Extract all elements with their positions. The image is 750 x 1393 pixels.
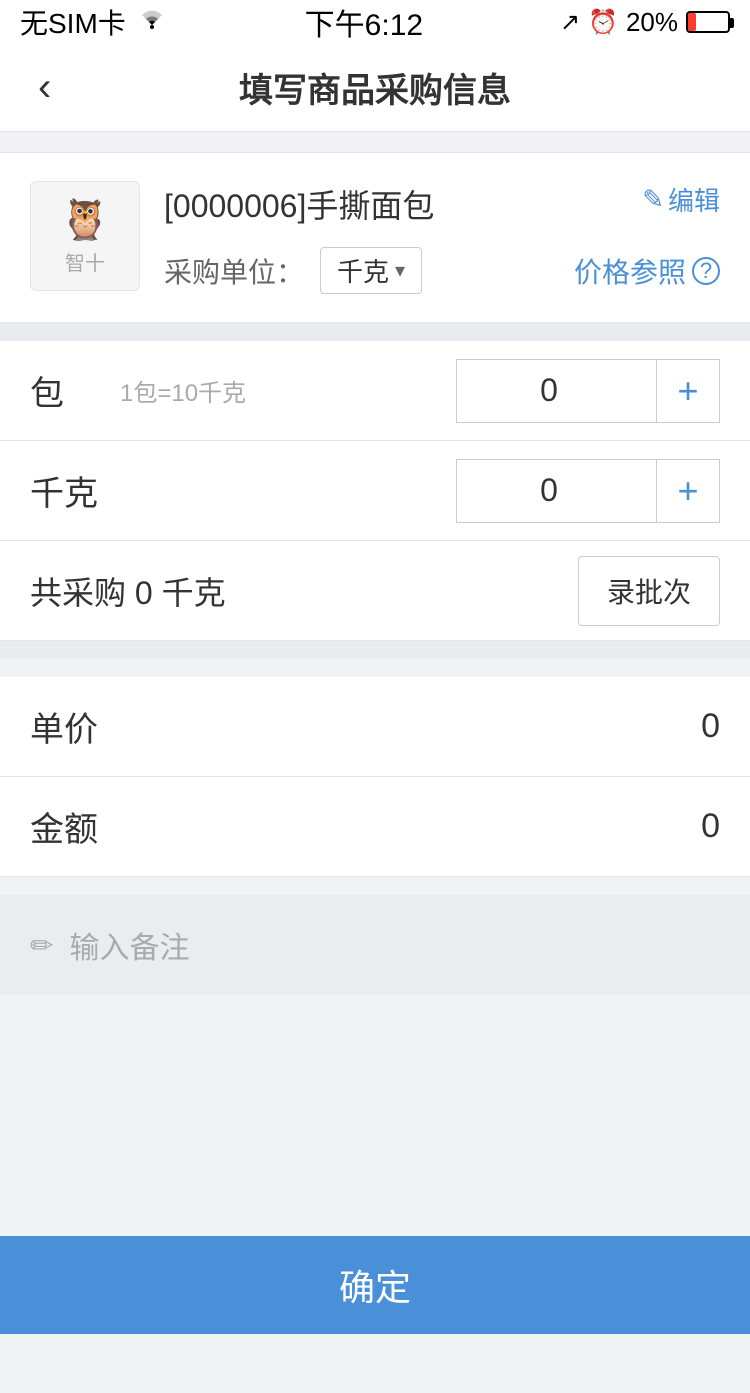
status-time: 下午6:12 (305, 0, 423, 44)
record-batch-button[interactable]: 录批次 (578, 556, 720, 626)
unit-price-row: 单价 0 (0, 677, 750, 777)
remark-section[interactable]: ✏ 输入备注 (0, 895, 750, 995)
unit-price-value: 0 (701, 707, 720, 746)
kg-input-row: 千克 + (0, 441, 750, 541)
purchase-unit-row: 采购单位： 千克 ▾ 价格参照 ? (164, 247, 720, 294)
battery-percent: 20% (626, 7, 678, 38)
bag-quantity-input[interactable] (456, 359, 656, 423)
amount-value: 0 (701, 807, 720, 846)
page-title: 填写商品采购信息 (239, 63, 511, 112)
edit-button[interactable]: ✎ 编辑 (642, 181, 720, 218)
kg-label: 千克 (30, 466, 110, 515)
status-right: ↗ ⏰ 20% (560, 7, 730, 38)
owl-label: 智十 (65, 247, 105, 276)
price-section: 单价 0 金额 0 (0, 677, 750, 877)
amount-row: 金额 0 (0, 777, 750, 877)
confirm-label: 确定 (339, 1259, 411, 1311)
kg-input-control: + (456, 459, 720, 523)
nav-bar: ‹ 填写商品采购信息 (0, 44, 750, 132)
price-reference-button[interactable]: 价格参照 ? (574, 251, 720, 291)
product-info: [0000006]手撕面包 ✎ 编辑 采购单位： 千克 ▾ 价格参照 ? (164, 181, 720, 294)
pencil-icon: ✏ (30, 929, 53, 962)
total-purchase-text: 共采购 0 千克 (30, 568, 226, 614)
bag-hint: 1包=10千克 (120, 373, 246, 408)
battery-icon (686, 11, 730, 33)
product-image: 🦉 智十 (30, 181, 140, 291)
status-left: 无SIM卡 (20, 2, 168, 42)
unit-price-label: 单价 (30, 702, 98, 751)
product-card: 🦉 智十 [0000006]手撕面包 ✎ 编辑 采购单位： 千克 ▾ (0, 152, 750, 323)
bag-input-row: 包 1包=10千克 + (0, 341, 750, 441)
kg-quantity-input[interactable] (456, 459, 656, 523)
purchase-unit-label: 采购单位： (164, 251, 304, 291)
product-name: [0000006]手撕面包 (164, 181, 434, 227)
location-icon: ↗ (560, 8, 580, 37)
help-icon: ? (692, 257, 720, 285)
remark-placeholder: 输入备注 (69, 923, 189, 967)
bag-label: 包 (30, 366, 110, 415)
back-button[interactable]: ‹ (28, 55, 61, 120)
product-name-row: [0000006]手撕面包 ✎ 编辑 (164, 181, 720, 227)
bag-plus-button[interactable]: + (656, 359, 720, 423)
wifi-icon (136, 6, 168, 38)
input-section: 包 1包=10千克 + 千克 + (0, 341, 750, 541)
bag-input-control: + (456, 359, 720, 423)
amount-label: 金额 (30, 802, 98, 851)
confirm-button[interactable]: 确定 (0, 1236, 750, 1334)
section-divider-1 (0, 323, 750, 341)
kg-plus-button[interactable]: + (656, 459, 720, 523)
status-bar: 无SIM卡 下午6:12 ↗ ⏰ 20% (0, 0, 750, 44)
alarm-icon: ⏰ (588, 8, 618, 37)
owl-icon: 🦉 (60, 196, 110, 243)
total-row: 共采购 0 千克 录批次 (0, 541, 750, 641)
section-divider-2 (0, 641, 750, 659)
edit-icon: ✎ (642, 184, 664, 215)
carrier-text: 无SIM卡 (20, 2, 126, 42)
chevron-down-icon: ▾ (395, 258, 405, 283)
unit-select[interactable]: 千克 ▾ (320, 247, 422, 294)
